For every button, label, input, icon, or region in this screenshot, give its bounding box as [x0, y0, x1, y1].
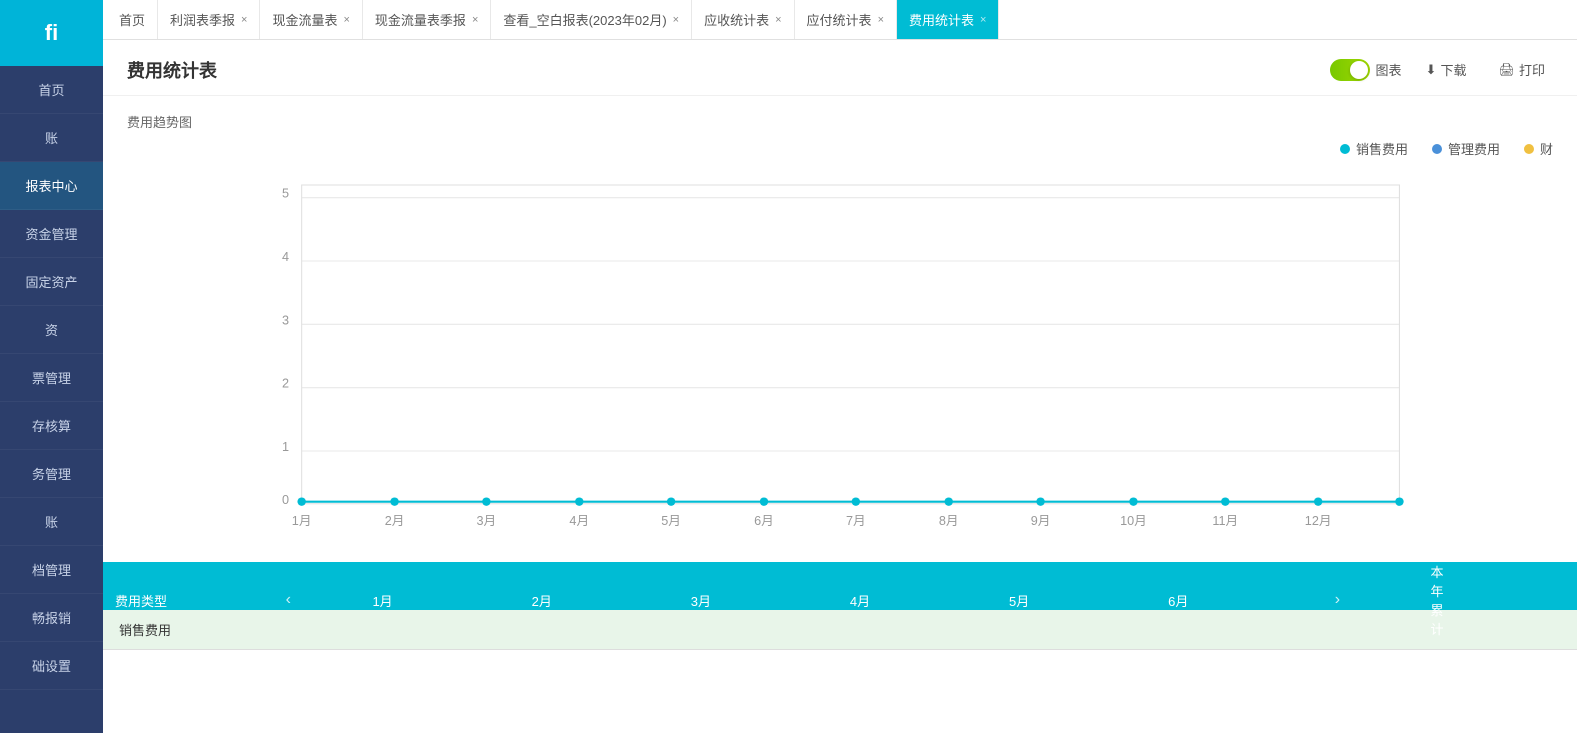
th-mar: 3月 [621, 591, 780, 610]
legend-item-finance: 财 [1524, 139, 1553, 158]
td-type-sales: 销售费用 [103, 620, 303, 639]
legend-dot-finance [1524, 144, 1534, 154]
svg-text:6月: 6月 [754, 514, 774, 528]
svg-text:7月: 7月 [846, 514, 866, 528]
chart-container: 5 4 3 2 1 0 [127, 166, 1553, 546]
svg-text:2月: 2月 [385, 514, 405, 528]
svg-text:12月: 12月 [1305, 514, 1332, 528]
chart-title: 费用趋势图 [127, 112, 1553, 131]
close-icon[interactable]: × [673, 14, 679, 26]
legend-label-admin: 管理费用 [1448, 139, 1500, 158]
svg-text:9月: 9月 [1031, 514, 1051, 528]
chart-area: 费用趋势图 销售费用 管理费用 财 5 [103, 96, 1577, 562]
sidebar-item-service[interactable]: 务管理 [0, 450, 103, 498]
th-ytd: 本年累计 [1417, 562, 1457, 638]
page-title: 费用统计表 [127, 57, 217, 83]
sidebar-item-archive[interactable]: 档管理 [0, 546, 103, 594]
sidebar-item-expense[interactable]: 畅报销 [0, 594, 103, 642]
main-content: 首页 利润表季报 × 现金流量表 × 现金流量表季报 × 查看_空白报表(202… [103, 0, 1577, 733]
th-apr: 4月 [780, 591, 939, 610]
sidebar-item-funds[interactable]: 资金管理 [0, 210, 103, 258]
sidebar-item-settings[interactable]: 础设置 [0, 642, 103, 690]
svg-text:3月: 3月 [477, 514, 497, 528]
svg-text:5月: 5月 [661, 514, 681, 528]
svg-text:11月: 11月 [1212, 514, 1238, 528]
close-icon[interactable]: × [472, 14, 478, 26]
tab-cashflow-quarterly[interactable]: 现金流量表季报 × [363, 0, 491, 39]
tab-receivable[interactable]: 应收统计表 × [692, 0, 794, 39]
close-icon[interactable]: × [343, 14, 349, 26]
sidebar-item-tickets[interactable]: 票管理 [0, 354, 103, 402]
sidebar-item-home[interactable]: 首页 [0, 66, 103, 114]
tabs-bar: 首页 利润表季报 × 现金流量表 × 现金流量表季报 × 查看_空白报表(202… [103, 0, 1577, 40]
download-button[interactable]: ⬇ 下载 [1418, 56, 1475, 83]
legend-item-admin: 管理费用 [1432, 139, 1500, 158]
legend-dot-sales [1340, 144, 1350, 154]
bottom-table: 费用类型 ‹ 1月 2月 3月 4月 5月 6月 › 本年累计 销售费用 [103, 562, 1577, 650]
close-icon[interactable]: × [241, 14, 247, 26]
sidebar-item-inventory[interactable]: 存核算 [0, 402, 103, 450]
tab-expense-stats[interactable]: 费用统计表 × [897, 0, 999, 39]
legend-dot-admin [1432, 144, 1442, 154]
svg-text:10月: 10月 [1120, 514, 1147, 528]
tab-cashflow[interactable]: 现金流量表 × [260, 0, 362, 39]
legend-label-sales: 销售费用 [1356, 139, 1408, 158]
sidebar-item-assets[interactable]: 固定资产 [0, 258, 103, 306]
sidebar-item-resource[interactable]: 资 [0, 306, 103, 354]
print-icon: 🖨 [1498, 62, 1515, 78]
th-feb: 2月 [462, 591, 621, 610]
th-nav-next[interactable]: › [1258, 591, 1417, 609]
chart-toggle[interactable] [1330, 59, 1370, 81]
close-icon[interactable]: × [878, 14, 884, 26]
table-header: 费用类型 ‹ 1月 2月 3月 4月 5月 6月 › 本年累计 [103, 562, 1577, 610]
toggle-label: 图表 [1376, 60, 1402, 79]
svg-text:1月: 1月 [292, 514, 312, 528]
th-jan: 1月 [303, 591, 462, 610]
table-row-sales: 销售费用 [103, 610, 1577, 650]
svg-text:0: 0 [282, 493, 289, 507]
chart-legend: 销售费用 管理费用 财 [127, 139, 1553, 158]
svg-text:4: 4 [282, 250, 289, 264]
tab-blank-report[interactable]: 查看_空白报表(2023年02月) × [491, 0, 692, 39]
chart-svg: 5 4 3 2 1 0 [127, 166, 1553, 546]
nav-prev-arrow[interactable]: ‹ [286, 591, 291, 609]
tab-payable[interactable]: 应付统计表 × [795, 0, 897, 39]
download-icon: ⬇ [1426, 62, 1437, 78]
th-may: 5月 [940, 591, 1099, 610]
sidebar: fi 首页 账 报表中心 资金管理 固定资产 资 票管理 存核算 务管理 账 档… [0, 0, 103, 733]
page-content: 费用统计表 图表 ⬇ 下载 🖨 打印 费用趋势图 [103, 40, 1577, 733]
tab-home[interactable]: 首页 [107, 0, 158, 39]
svg-text:2: 2 [282, 377, 289, 391]
th-jun: 6月 [1099, 591, 1258, 610]
close-icon[interactable]: × [980, 14, 986, 26]
svg-text:1: 1 [282, 440, 289, 454]
legend-item-sales: 销售费用 [1340, 139, 1408, 158]
svg-text:8月: 8月 [939, 514, 959, 528]
legend-label-finance: 财 [1540, 139, 1553, 158]
sidebar-item-reports[interactable]: 报表中心 [0, 162, 103, 210]
sidebar-item-ledger[interactable]: 账 [0, 498, 103, 546]
print-button[interactable]: 🖨 打印 [1490, 56, 1553, 83]
tab-profit-quarterly[interactable]: 利润表季报 × [158, 0, 260, 39]
svg-text:5: 5 [282, 187, 289, 201]
nav-next-arrow[interactable]: › [1335, 591, 1340, 609]
sidebar-item-account[interactable]: 账 [0, 114, 103, 162]
svg-text:4月: 4月 [569, 514, 589, 528]
toggle-wrap: 图表 [1330, 59, 1402, 81]
page-header: 费用统计表 图表 ⬇ 下载 🖨 打印 [103, 40, 1577, 96]
close-icon[interactable]: × [775, 14, 781, 26]
svg-text:3: 3 [282, 313, 289, 327]
th-type: 费用类型 ‹ [103, 591, 303, 610]
sidebar-logo: fi [0, 0, 103, 66]
header-actions: 图表 ⬇ 下载 🖨 打印 [1330, 56, 1553, 83]
